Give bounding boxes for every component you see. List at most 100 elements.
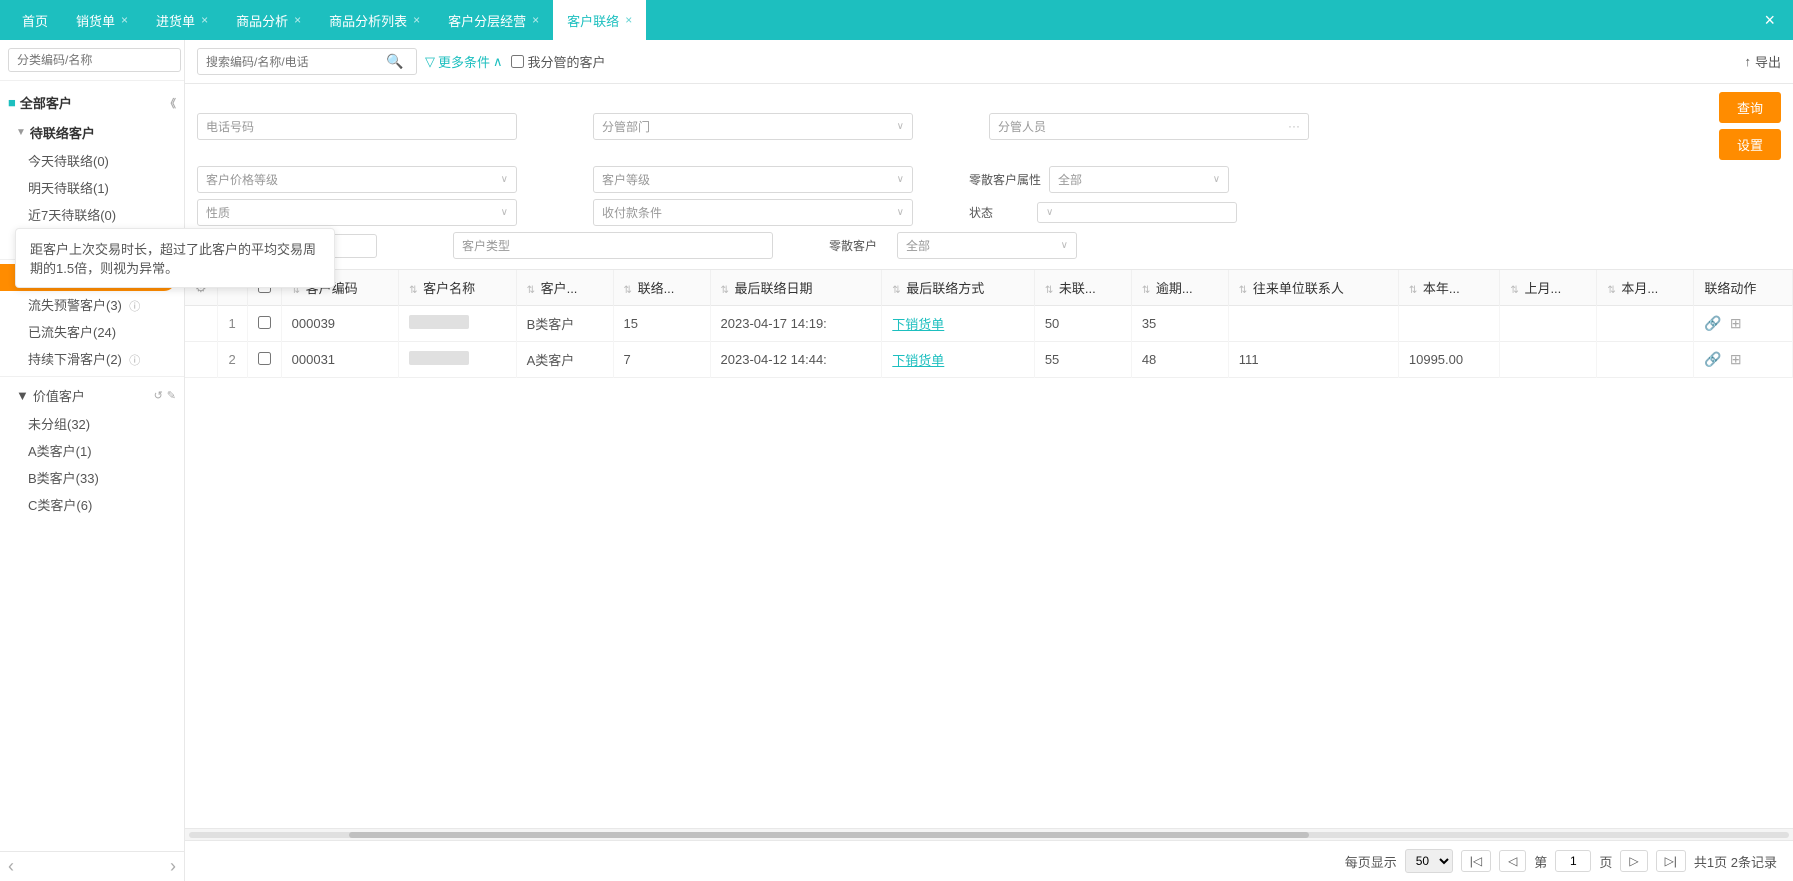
value-customer-section[interactable]: ▼ 价值客户 ↺ ✎ [0, 381, 184, 410]
already-lost-item[interactable]: 已流失客户(24) [0, 318, 184, 345]
dept-filter[interactable]: 分管部门 ∨ [593, 113, 913, 140]
row1-unit-contact [1228, 306, 1398, 342]
col-last-month[interactable]: ⇅ 上月... [1500, 270, 1597, 306]
gender-arrow-icon: ∨ [501, 207, 508, 218]
all-customers-header[interactable]: ■ 全部客户 《 [0, 87, 184, 118]
col-this-month[interactable]: ⇅ 本月... [1597, 270, 1694, 306]
customer-level-filter[interactable]: 客户等级 ∨ [593, 166, 913, 193]
advanced-filter-panel: 电话号码 分管部门 ∨ 分管人员 ··· 查询 设置 [185, 84, 1793, 270]
row1-method-link[interactable]: 下销货单 [892, 317, 944, 332]
row1-checkbox[interactable] [258, 316, 271, 329]
col-overdue[interactable]: ⇅ 逾期... [1131, 270, 1228, 306]
continuous-decline-item[interactable]: 持续下滑客户(2) ⓘ [0, 345, 184, 372]
nav-customer-contact[interactable]: 客户联络 × [553, 0, 646, 40]
value-customer-refresh-icon[interactable]: ↺ [154, 389, 163, 402]
nav-sales-order[interactable]: 销货单 × [62, 0, 142, 40]
row2-method-link[interactable]: 下销货单 [892, 353, 944, 368]
nav-purchase-order[interactable]: 进货单 × [142, 0, 222, 40]
row2-link-icon[interactable]: 🔗 [1704, 351, 1721, 368]
close-contact-icon[interactable]: × [625, 13, 632, 27]
col-contact-count[interactable]: ⇅ 联络... [613, 270, 710, 306]
class-b-item[interactable]: B类客户(33) [0, 464, 184, 491]
class-a-item[interactable]: A类客户(1) [0, 437, 184, 464]
row1-grid-icon[interactable]: ⊞ [1730, 315, 1742, 332]
price-level-filter[interactable]: 客户价格等级 ∨ [197, 166, 517, 193]
sidebar: 🔍 ■ 全部客户 《 ▼ 待联络客户 今天待联络(0) 明天待联络(1) 近7天… [0, 40, 185, 881]
page-label: 第 [1534, 852, 1547, 871]
phone-filter[interactable]: 电话号码 [197, 113, 517, 140]
last-page-button[interactable]: ▷| [1656, 850, 1686, 872]
my-customer-checkbox[interactable]: 我分管的客户 [511, 52, 606, 71]
filter-row-1: 电话号码 分管部门 ∨ 分管人员 ··· 查询 设置 [197, 92, 1781, 160]
query-button[interactable]: 查询 [1719, 92, 1781, 123]
action-buttons: 查询 设置 [1719, 92, 1781, 160]
page-number-input[interactable] [1555, 850, 1591, 872]
col-unit-contact[interactable]: ⇅ 往来单位联系人 [1228, 270, 1398, 306]
more-conditions-toggle[interactable]: ▽ 更多条件 ∧ [425, 52, 503, 71]
close-product-list-icon[interactable]: × [413, 13, 420, 27]
lost-warning-item[interactable]: 流失预警客户(3) ⓘ [0, 291, 184, 318]
nav-product-analysis[interactable]: 商品分析 × [222, 0, 315, 40]
per-page-select[interactable]: 50 [1405, 849, 1453, 873]
nav-customer-segmentation[interactable]: 客户分层经营 × [434, 0, 553, 40]
sort-name-icon: ⇅ [409, 285, 417, 296]
sidebar-search-input[interactable] [8, 48, 181, 72]
close-window-button[interactable]: × [1754, 10, 1785, 31]
close-segmentation-icon[interactable]: × [532, 13, 539, 27]
class-c-item[interactable]: C类客户(6) [0, 491, 184, 518]
customer-level-arrow-icon: ∨ [897, 174, 904, 185]
row2-this-year: 10995.00 [1398, 342, 1500, 378]
manager-filter[interactable]: 分管人员 ··· [989, 113, 1309, 140]
retail-customer-filter[interactable]: 全部 ∨ [897, 232, 1077, 259]
row2-checkbox[interactable] [258, 352, 271, 365]
within7-contact-item[interactable]: 近7天待联络(0) [0, 201, 184, 228]
retail-attr-filter[interactable]: 全部 ∨ [1049, 166, 1229, 193]
scrollbar-thumb[interactable] [349, 832, 1309, 838]
main-search-input[interactable] [206, 55, 386, 69]
col-last-contact-method[interactable]: ⇅ 最后联络方式 [882, 270, 1035, 306]
col-uncontact[interactable]: ⇅ 未联... [1034, 270, 1131, 306]
tomorrow-contact-item[interactable]: 明天待联络(1) [0, 174, 184, 201]
gender-filter[interactable]: 性质 ∨ [197, 199, 517, 226]
row1-link-icon[interactable]: 🔗 [1704, 315, 1721, 332]
customer-type-filter[interactable]: 客户类型 [453, 232, 773, 259]
export-icon: ↑ [1744, 54, 1751, 69]
close-product-analysis-icon[interactable]: × [294, 13, 301, 27]
unclassified-item[interactable]: 未分组(32) [0, 410, 184, 437]
main-search-icon[interactable]: 🔍 [386, 53, 403, 70]
horizontal-scrollbar[interactable] [185, 828, 1793, 840]
my-customer-check[interactable] [511, 55, 524, 68]
filter-bar: 🔍 ▽ 更多条件 ∧ 我分管的客户 ↑ 导出 [185, 40, 1793, 84]
col-this-year[interactable]: ⇅ 本年... [1398, 270, 1500, 306]
col-last-contact-date[interactable]: ⇅ 最后联络日期 [710, 270, 882, 306]
close-purchase-order-icon[interactable]: × [201, 13, 208, 27]
main-search-box[interactable]: 🔍 [197, 48, 417, 75]
row2-checkbox-cell [185, 342, 217, 378]
retail-customer-arrow-icon: ∨ [1061, 240, 1068, 251]
today-contact-item[interactable]: 今天待联络(0) [0, 147, 184, 174]
status-filter[interactable]: ∨ [1037, 202, 1237, 223]
waiting-contact-section[interactable]: ▼ 待联络客户 [0, 118, 184, 147]
payment-filter[interactable]: 收付款条件 ∨ [593, 199, 913, 226]
settings-button[interactable]: 设置 [1719, 129, 1781, 160]
value-customer-edit-icon[interactable]: ✎ [167, 389, 176, 402]
sidebar-scroll-right-icon[interactable]: › [170, 856, 176, 877]
row2-type: A类客户 [516, 342, 613, 378]
col-customer-type[interactable]: ⇅ 客户... [516, 270, 613, 306]
row2-grid-icon[interactable]: ⊞ [1730, 351, 1742, 368]
next-page-button[interactable]: ▷ [1620, 850, 1647, 872]
filter-row-3: 性质 ∨ 收付款条件 ∨ 状态 ∨ [197, 199, 1781, 226]
nav-product-analysis-list[interactable]: 商品分析列表 × [315, 0, 434, 40]
sidebar-scroll-left-icon[interactable]: ‹ [8, 856, 14, 877]
nav-home[interactable]: 首页 [8, 0, 62, 40]
close-sales-order-icon[interactable]: × [121, 13, 128, 27]
col-action: 联络动作 [1694, 270, 1793, 306]
table-row: 2 000031 A类客户 7 2023-04-12 14:44: 下销货单 [185, 342, 1793, 378]
collapse-icon[interactable]: 《 [165, 95, 176, 111]
export-button[interactable]: ↑ 导出 [1744, 52, 1781, 71]
first-page-button[interactable]: |◁ [1461, 850, 1491, 872]
col-customer-name[interactable]: ⇅ 客户名称 [399, 270, 516, 306]
prev-page-button[interactable]: ◁ [1499, 850, 1526, 872]
tooltip-repurchase: 距客户上次交易时长，超过了此客户的平均交易周期的1.5倍，则视为异常。 [185, 228, 335, 288]
filter-row-4: ··· 客户类型 零散客户 全部 ∨ [197, 232, 1781, 259]
